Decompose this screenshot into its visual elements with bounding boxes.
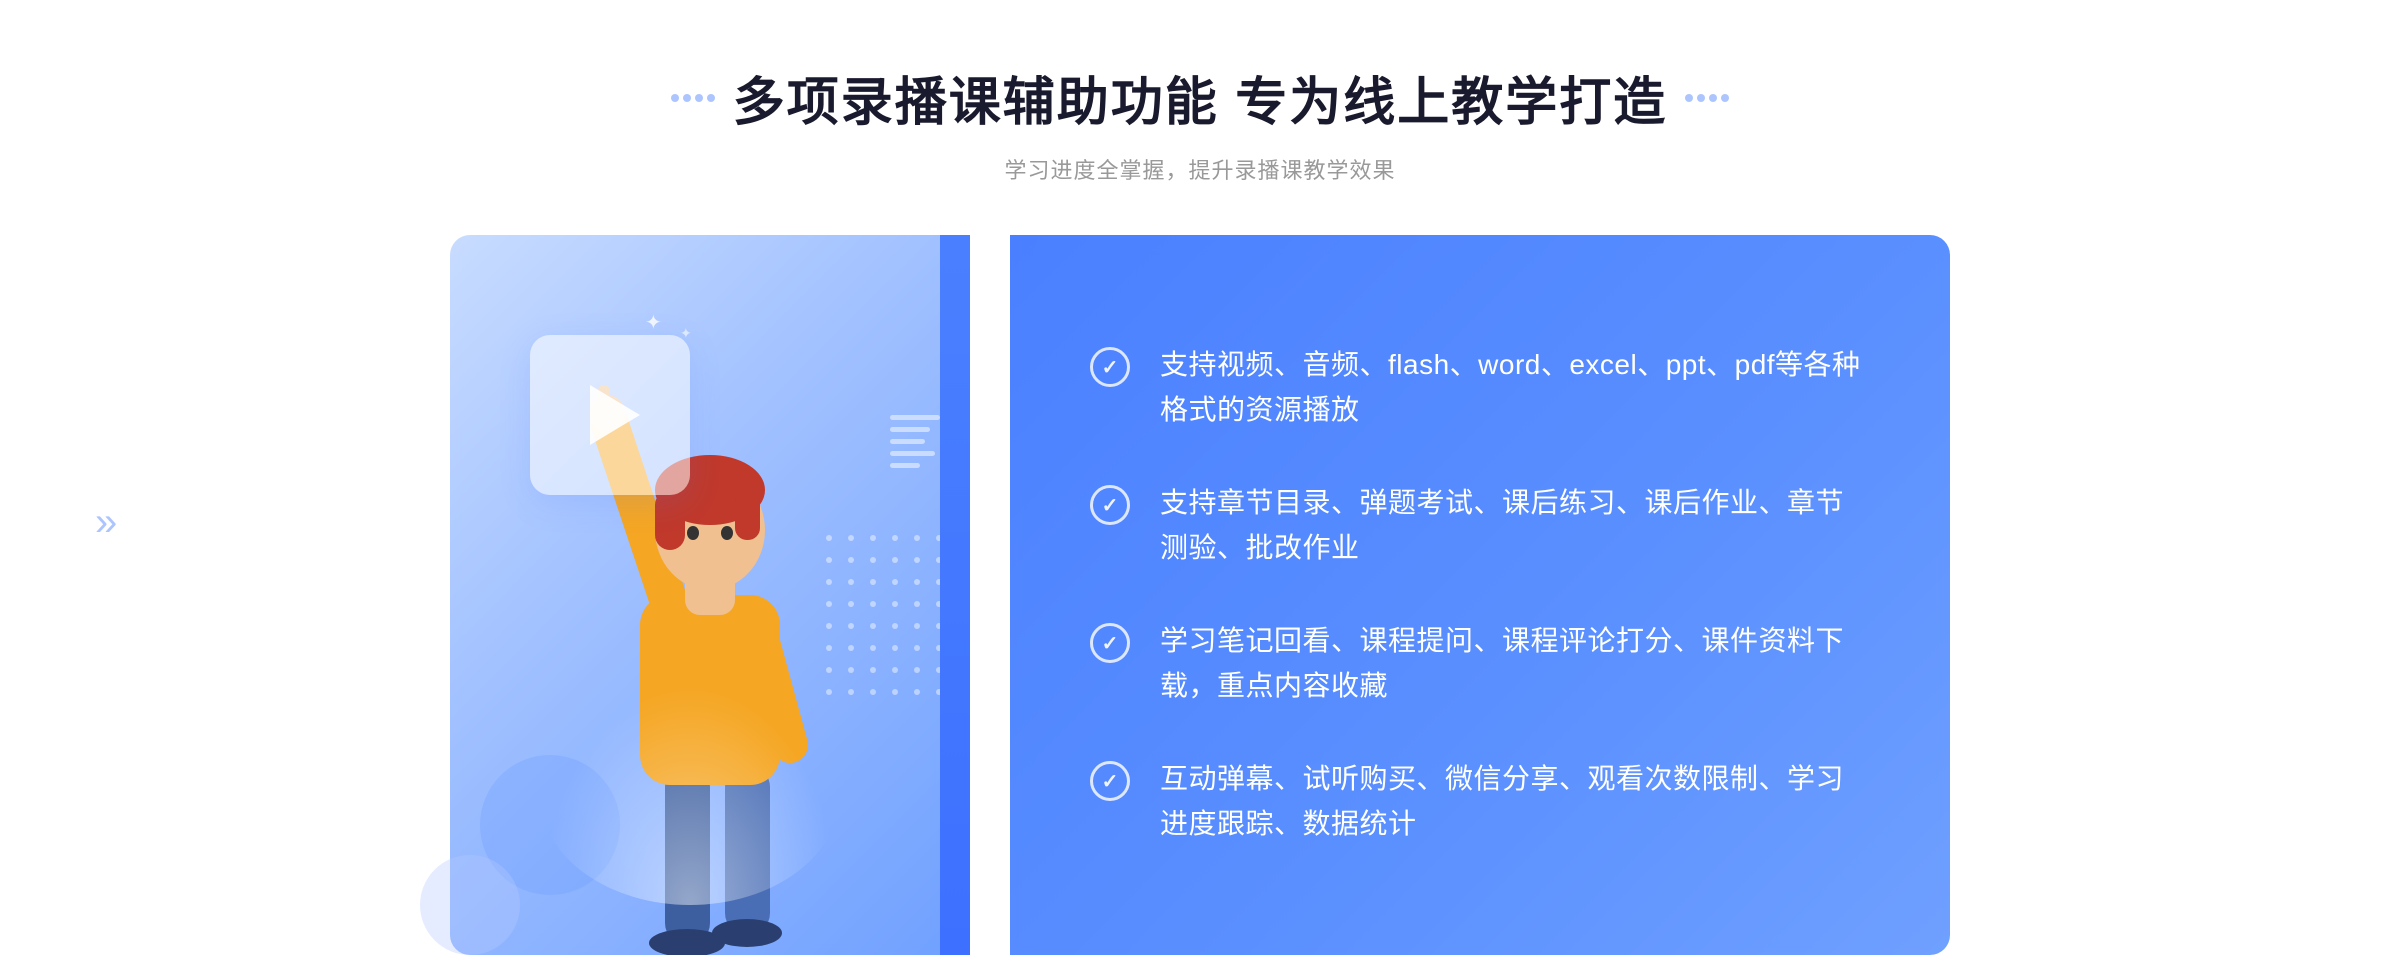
illustration-panel: ✦ ✦ <box>450 235 1010 955</box>
line-decoration <box>890 415 940 475</box>
check-icon-4 <box>1090 761 1130 801</box>
page-title: 多项录播课辅助功能 专为线上教学打造 <box>733 60 1667 135</box>
feature-text-1: 支持视频、音频、flash、word、excel、ppt、pdf等各种格式的资源… <box>1160 343 1870 433</box>
play-card <box>530 335 690 495</box>
feature-text-3: 学习笔记回看、课程提问、课程评论打分、课件资料下载，重点内容收藏 <box>1160 619 1870 709</box>
title-deco-right <box>1685 94 1729 102</box>
dot-grid-decoration <box>826 535 950 703</box>
feature-text-4: 互动弹幕、试听购买、微信分享、观看次数限制、学习进度跟踪、数据统计 <box>1160 757 1870 847</box>
feature-item-3: 学习笔记回看、课程提问、课程评论打分、课件资料下载，重点内容收藏 <box>1090 619 1870 709</box>
check-icon-3 <box>1090 623 1130 663</box>
sparkle-decoration-1: ✦ <box>645 310 662 335</box>
check-icon-1 <box>1090 347 1130 387</box>
feature-item-4: 互动弹幕、试听购买、微信分享、观看次数限制、学习进度跟踪、数据统计 <box>1090 757 1870 847</box>
deco-circle-2 <box>420 855 520 955</box>
title-deco-left <box>671 94 715 102</box>
page-container: 多项录播课辅助功能 专为线上教学打造 学习进度全掌握，提升录播课教学效果 » <box>0 0 2400 974</box>
play-icon <box>590 385 640 445</box>
illus-background: ✦ ✦ <box>450 235 970 955</box>
connector-strip <box>940 235 970 955</box>
main-content: ✦ ✦ <box>450 235 1950 955</box>
outer-left-chevron: » <box>95 500 117 545</box>
feature-item-2: 支持章节目录、弹题考试、课后练习、课后作业、章节测验、批改作业 <box>1090 481 1870 571</box>
page-header: 多项录播课辅助功能 专为线上教学打造 <box>671 60 1729 135</box>
sparkle-decoration-2: ✦ <box>680 325 692 342</box>
page-subtitle: 学习进度全掌握，提升录播课教学效果 <box>1004 153 1395 185</box>
features-panel: 支持视频、音频、flash、word、excel、ppt、pdf等各种格式的资源… <box>1010 235 1950 955</box>
feature-text-2: 支持章节目录、弹题考试、课后练习、课后作业、章节测验、批改作业 <box>1160 481 1870 571</box>
feature-item-1: 支持视频、音频、flash、word、excel、ppt、pdf等各种格式的资源… <box>1090 343 1870 433</box>
light-beam <box>540 685 840 905</box>
check-icon-2 <box>1090 485 1130 525</box>
